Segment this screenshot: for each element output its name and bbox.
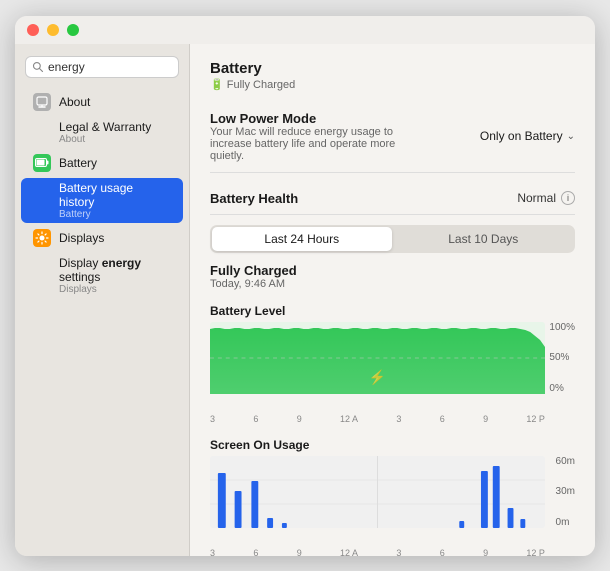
window-content: ✕ About Legal & Warranty About: [15, 44, 595, 556]
battery-x-6b: 6: [440, 414, 445, 424]
screen-x-9b: 9: [483, 548, 488, 556]
charge-status: Fully Charged Today, 9:46 AM: [210, 263, 575, 290]
sidebar-item-about[interactable]: About: [21, 89, 183, 115]
screen-x-3: 3: [210, 548, 215, 556]
battery-y-0: 0%: [549, 383, 575, 394]
low-power-mode-value: Only on Battery: [480, 129, 563, 143]
battery-health-label: Battery Health: [210, 191, 298, 206]
battery-level-chart: Battery Level: [210, 304, 575, 424]
screen-chart-title: Screen On Usage: [210, 438, 575, 452]
battery-y-50: 50%: [549, 352, 575, 363]
displays-subitems: Display energy settings Displays: [15, 252, 189, 299]
legal-label: Legal & Warranty: [59, 120, 171, 134]
about-label: About: [59, 95, 90, 109]
system-preferences-window: ✕ About Legal & Warranty About: [15, 16, 595, 556]
sidebar-item-display-energy[interactable]: Display energy settings Displays: [21, 253, 183, 298]
sidebar-item-battery-usage-history[interactable]: Battery usage history Battery: [21, 178, 183, 223]
battery-x-3b: 3: [396, 414, 401, 424]
battery-usage-label: Battery usage history: [59, 181, 171, 209]
panel-header: Battery 🔋 Fully Charged: [210, 60, 575, 91]
low-power-mode-desc: Your Mac will reduce energy usage to inc…: [210, 126, 430, 162]
sidebar-item-displays[interactable]: Displays: [21, 225, 183, 251]
screen-chart-svg: [210, 456, 545, 528]
displays-label: Displays: [59, 231, 104, 245]
screen-chart-area: [210, 456, 545, 528]
screen-x-9: 9: [297, 548, 302, 556]
tab-last-10-days[interactable]: Last 10 Days: [394, 227, 574, 251]
panel-subtitle: 🔋 Fully Charged: [210, 78, 575, 91]
screen-y-60m: 60m: [556, 456, 575, 467]
about-subitems: Legal & Warranty About: [15, 116, 189, 149]
battery-health-value-row: Normal i: [517, 191, 575, 205]
display-energy-parent: Displays: [59, 284, 171, 295]
screen-chart-container: 60m 30m 0m: [210, 456, 575, 546]
screen-chart-xaxis: 3 6 9 12 A 3 6 9 12 P: [210, 548, 575, 556]
low-power-mode-title: Low Power Mode: [210, 111, 430, 126]
titlebar: [15, 16, 595, 44]
dropdown-chevron-icon: ⌄: [567, 131, 575, 142]
battery-x-12a: 12 A: [340, 414, 358, 424]
maximize-button[interactable]: [67, 24, 79, 36]
info-icon[interactable]: i: [561, 191, 575, 205]
close-button[interactable]: [27, 24, 39, 36]
search-box[interactable]: ✕: [25, 56, 179, 78]
battery-x-3: 3: [210, 414, 215, 424]
screen-on-usage-chart: Screen On Usage: [210, 438, 575, 556]
charge-status-time: Today, 9:46 AM: [210, 278, 575, 290]
sidebar: ✕ About Legal & Warranty About: [15, 44, 190, 556]
search-input[interactable]: [48, 60, 203, 74]
low-power-mode-row: Low Power Mode Your Mac will reduce ener…: [210, 101, 575, 173]
battery-icon: [33, 154, 51, 172]
time-range-tabs[interactable]: Last 24 Hours Last 10 Days: [210, 225, 575, 253]
battery-chart-container: ⚡ 100% 50% 0%: [210, 322, 575, 412]
screen-x-12a: 12 A: [340, 548, 358, 556]
screen-x-3b: 3: [396, 548, 401, 556]
search-icon: [32, 61, 44, 73]
battery-usage-parent: Battery: [59, 209, 171, 220]
battery-health-row: Battery Health Normal i: [210, 183, 575, 215]
battery-chart-svg: ⚡: [210, 322, 545, 394]
main-panel: Battery 🔋 Fully Charged Low Power Mode Y…: [190, 44, 595, 556]
low-power-mode-left: Low Power Mode Your Mac will reduce ener…: [210, 111, 430, 162]
screen-x-6b: 6: [440, 548, 445, 556]
battery-chart-xaxis: 3 6 9 12 A 3 6 9 12 P: [210, 414, 575, 424]
about-icon: [33, 93, 51, 111]
screen-y-0m: 0m: [556, 517, 575, 528]
display-energy-label: Display energy settings: [59, 256, 171, 284]
battery-x-6: 6: [253, 414, 258, 424]
battery-label: Battery: [59, 156, 97, 170]
svg-text:⚡: ⚡: [369, 368, 386, 385]
battery-x-9: 9: [297, 414, 302, 424]
low-power-mode-dropdown[interactable]: Only on Battery ⌄: [480, 129, 575, 143]
sidebar-item-battery[interactable]: Battery: [21, 150, 183, 176]
screen-y-30m: 30m: [556, 486, 575, 497]
battery-chart-area: ⚡: [210, 322, 545, 394]
battery-x-12p: 12 P: [526, 414, 545, 424]
battery-y-100: 100%: [549, 322, 575, 333]
minimize-button[interactable]: [47, 24, 59, 36]
battery-chart-title: Battery Level: [210, 304, 575, 318]
screen-x-12p: 12 P: [526, 548, 545, 556]
screen-chart-y-labels: 60m 30m 0m: [556, 456, 575, 528]
legal-parent: About: [59, 134, 171, 145]
battery-chart-y-labels: 100% 50% 0%: [549, 322, 575, 394]
displays-icon: [33, 229, 51, 247]
sidebar-item-legal[interactable]: Legal & Warranty About: [21, 117, 183, 148]
tab-last-24-hours[interactable]: Last 24 Hours: [212, 227, 392, 251]
battery-subitems: Battery usage history Battery: [15, 177, 189, 224]
screen-x-6: 6: [253, 548, 258, 556]
battery-x-9b: 9: [483, 414, 488, 424]
battery-health-value: Normal: [517, 191, 556, 205]
panel-title: Battery: [210, 60, 575, 77]
charge-status-label: Fully Charged: [210, 263, 575, 278]
